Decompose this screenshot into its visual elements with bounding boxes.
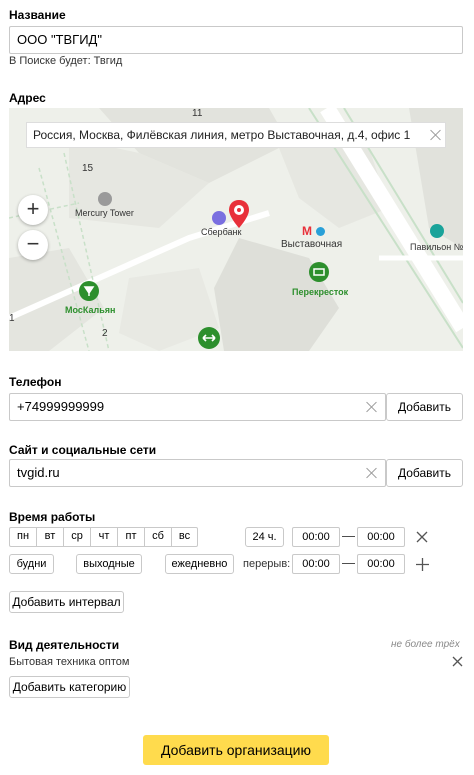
map-label-vystavochnaya: Выставочная [281,239,343,250]
activity-label: Вид деятельности [9,638,120,652]
phone-clear-icon[interactable] [365,400,379,414]
building-icon [98,192,112,206]
social-label: Сайт и социальные сети [9,443,157,457]
activity-category: Бытовая техника оптом [9,656,130,668]
zoom-out-button[interactable]: − [18,230,48,260]
time-to-field[interactable]: 00:00 [357,527,405,547]
day-thu[interactable]: чт [91,528,118,546]
day-wed[interactable]: ср [64,528,91,546]
submit-button[interactable]: Добавить организацию [143,735,329,765]
add-category-button[interactable]: Добавить категорию [9,676,130,698]
time-from-field[interactable]: 00:00 [292,527,340,547]
name-label: Название [9,8,66,22]
map-building-number: 15 [82,163,94,174]
metro-icon: М [302,224,312,238]
map-label-mercury-tower: Mercury Tower [75,208,134,218]
preset-weekend-button[interactable]: выходные [76,554,142,574]
break-label: перерыв: [243,558,291,570]
phone-field[interactable]: +74999999999 [9,393,386,421]
pavilion-icon [430,224,444,238]
break-from-field[interactable]: 00:00 [292,554,340,574]
website-clear-icon[interactable] [365,466,379,480]
name-field[interactable]: ООО "ТВГИД" [9,26,463,54]
map-label-pavilion: Павильон № [410,242,463,252]
map-label-perekrestok: Перекресток [292,287,349,297]
hookah-icon [79,281,99,301]
address-label: Адрес [9,91,46,105]
hours-label: Время работы [9,510,96,524]
address-input[interactable]: Россия, Москва, Филёвская линия, метро В… [26,122,446,148]
day-sun[interactable]: вс [172,528,197,546]
metro-line-icon [316,227,325,236]
day-sat[interactable]: сб [145,528,172,546]
day-mon[interactable]: пн [10,528,37,546]
address-value: Россия, Москва, Филёвская линия, метро В… [33,128,411,142]
break-dash: — [342,555,355,570]
add-phone-button[interactable]: Добавить [386,393,463,421]
map-building-number: 2 [102,328,108,339]
preset-daily-button[interactable]: ежедневно [165,554,234,574]
location-pin-icon[interactable] [228,199,250,229]
bank-icon [212,211,226,225]
map[interactable]: Россия, Москва, Филёвская линия, метро В… [9,108,463,351]
remove-hours-icon[interactable] [416,531,428,543]
zoom-in-button[interactable]: + [18,195,48,225]
time-dash: — [342,528,355,543]
add-interval-button[interactable]: Добавить интервал [9,591,124,613]
website-field[interactable]: tvgid.ru [9,459,386,487]
search-hint: В Поиске будет: Твгид [9,55,123,67]
address-clear-icon[interactable] [429,128,443,142]
add-website-button[interactable]: Добавить [386,459,463,487]
map-label-moskalyan: МосКальян [65,305,116,315]
activity-limit-hint: не более трёх [391,639,460,650]
days-selector: пн вт ср чт пт сб вс [9,527,198,547]
shop-icon [309,262,329,282]
preset-weekdays-button[interactable]: будни [9,554,54,574]
arrows-icon [198,327,220,349]
allday-button[interactable]: 24 ч. [245,527,284,547]
map-building-number: 1 [9,313,15,324]
day-fri[interactable]: пт [118,528,145,546]
add-break-icon[interactable] [416,558,429,571]
remove-category-icon[interactable] [452,656,463,667]
phone-label: Телефон [9,375,62,389]
map-building-number: 11 [192,108,203,119]
break-to-field[interactable]: 00:00 [357,554,405,574]
day-tue[interactable]: вт [37,528,64,546]
